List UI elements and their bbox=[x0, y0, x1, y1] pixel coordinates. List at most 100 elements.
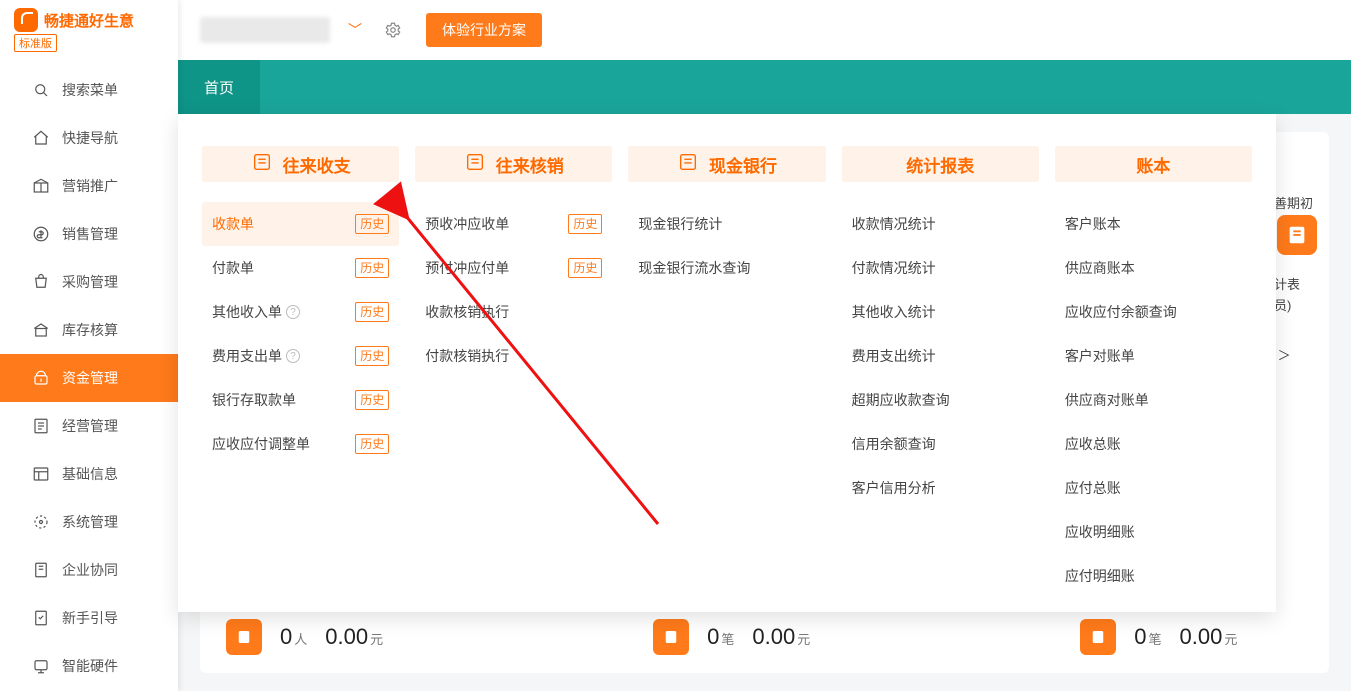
report-shortcut-icon[interactable] bbox=[1277, 215, 1317, 255]
mega-menu-item[interactable]: 现金银行统计 bbox=[628, 202, 825, 246]
mega-menu-item[interactable]: 应收应付余额查询 bbox=[1055, 290, 1252, 334]
menu-item-label: 应付总账 bbox=[1065, 478, 1121, 498]
mega-menu-item[interactable]: 收款核销执行 bbox=[415, 290, 612, 334]
sidebar-item-quicknav[interactable]: 快捷导航 bbox=[0, 114, 178, 162]
history-badge[interactable]: 历史 bbox=[355, 434, 389, 454]
org-switch-chevron-icon[interactable]: ﹀ bbox=[342, 20, 368, 40]
card-amount: 0.00元 bbox=[1179, 624, 1237, 650]
newbie-icon bbox=[32, 609, 50, 627]
menu-item-label: 付款单 bbox=[212, 258, 254, 278]
sidebar-item-newbie[interactable]: 新手引导 bbox=[0, 594, 178, 642]
mega-menu-item[interactable]: 银行存取款单 历史 bbox=[202, 378, 399, 422]
sidebar-item-promo[interactable]: 营销推广 bbox=[0, 162, 178, 210]
sidebar-item-label: 营销推广 bbox=[62, 176, 118, 196]
funds-icon bbox=[32, 369, 50, 387]
mega-menu-item[interactable]: 应付总账 bbox=[1055, 466, 1252, 510]
sidebar-item-label: 搜索菜单 bbox=[62, 80, 118, 100]
sidebar-item-search[interactable]: 搜索菜单 bbox=[0, 66, 178, 114]
history-badge[interactable]: 历史 bbox=[355, 258, 389, 278]
tab-home[interactable]: 首页 bbox=[178, 60, 260, 114]
mega-menu-item[interactable]: 客户信用分析 bbox=[842, 466, 1039, 510]
menu-item-label: 供应商账本 bbox=[1065, 258, 1135, 278]
sidebar-item-collab[interactable]: 企业协同 bbox=[0, 546, 178, 594]
history-badge[interactable]: 历史 bbox=[355, 390, 389, 410]
sidebar-item-base[interactable]: 基础信息 bbox=[0, 450, 178, 498]
org-name-masked bbox=[200, 17, 330, 43]
column-title: 统计报表 bbox=[906, 152, 974, 177]
history-badge[interactable]: 历史 bbox=[355, 214, 389, 234]
menu-item-label: 应收应付余额查询 bbox=[1065, 302, 1177, 322]
industry-plan-button[interactable]: 体验行业方案 bbox=[426, 13, 542, 47]
mega-menu-item[interactable]: 付款核销执行 bbox=[415, 334, 612, 378]
history-badge[interactable]: 历史 bbox=[355, 302, 389, 322]
mega-menu-item[interactable]: 客户对账单 bbox=[1055, 334, 1252, 378]
mega-menu-item[interactable]: 付款情况统计 bbox=[842, 246, 1039, 290]
menu-item-label: 费用支出单? bbox=[212, 346, 300, 366]
mega-menu-item[interactable]: 预收冲应收单 历史 bbox=[415, 202, 612, 246]
brand-logo-icon bbox=[14, 8, 38, 32]
mega-column: 现金银行现金银行统计现金银行流水查询 bbox=[622, 146, 831, 588]
promo-icon bbox=[32, 177, 50, 195]
system-icon bbox=[32, 513, 50, 531]
sidebar-item-purchase[interactable]: 采购管理 bbox=[0, 258, 178, 306]
mega-menu-item[interactable]: 付款单 历史 bbox=[202, 246, 399, 290]
mega-menu-item[interactable]: 应收明细账 bbox=[1055, 510, 1252, 554]
mega-menu-item[interactable]: 供应商账本 bbox=[1055, 246, 1252, 290]
card-count: 0人 bbox=[280, 624, 307, 650]
sidebar-item-sales[interactable]: 销售管理 bbox=[0, 210, 178, 258]
history-badge[interactable]: 历史 bbox=[568, 258, 602, 278]
menu-item-label: 收款单 bbox=[212, 214, 254, 234]
collab-icon bbox=[32, 561, 50, 579]
mega-menu-item[interactable]: 应付明细账 bbox=[1055, 554, 1252, 598]
sidebar-item-label: 系统管理 bbox=[62, 512, 118, 532]
workspace-tab-bar: 首页 bbox=[178, 60, 1351, 114]
hardware-icon bbox=[32, 657, 50, 675]
mega-menu-item[interactable]: 现金银行流水查询 bbox=[628, 246, 825, 290]
menu-item-label: 付款情况统计 bbox=[852, 258, 936, 278]
mega-column: 账本客户账本供应商账本应收应付余额查询客户对账单供应商对账单应收总账应付总账应收… bbox=[1049, 146, 1258, 588]
menu-item-label: 其他收入统计 bbox=[852, 302, 936, 322]
sidebar-item-stock[interactable]: 库存核算 bbox=[0, 306, 178, 354]
mega-menu-item[interactable]: 客户账本 bbox=[1055, 202, 1252, 246]
settings-gear-icon[interactable] bbox=[380, 17, 406, 43]
menu-item-label: 预收冲应收单 bbox=[425, 214, 509, 234]
mega-column: 往来核销预收冲应收单历史预付冲应付单历史收款核销执行付款核销执行 bbox=[409, 146, 618, 588]
menu-item-label: 银行存取款单 bbox=[212, 390, 296, 410]
help-icon[interactable]: ? bbox=[286, 305, 300, 319]
history-badge[interactable]: 历史 bbox=[568, 214, 602, 234]
mega-menu-item[interactable]: 其他收入单? 历史 bbox=[202, 290, 399, 334]
help-icon[interactable]: ? bbox=[286, 349, 300, 363]
mega-menu-item[interactable]: 供应商对账单 bbox=[1055, 378, 1252, 422]
mega-menu-item[interactable]: 超期应收款查询 bbox=[842, 378, 1039, 422]
menu-item-label: 其他收入单? bbox=[212, 302, 300, 322]
mega-menu-item[interactable]: 应收应付调整单历史 bbox=[202, 422, 399, 466]
menu-item-label: 应收明细账 bbox=[1065, 522, 1135, 542]
menu-item-label: 客户账本 bbox=[1065, 214, 1121, 234]
sidebar-item-hardware[interactable]: 智能硬件 bbox=[0, 642, 178, 690]
menu-item-label: 信用余额查询 bbox=[852, 434, 936, 454]
sidebar-item-label: 新手引导 bbox=[62, 608, 118, 628]
mega-menu-item[interactable]: 其他收入统计 bbox=[842, 290, 1039, 334]
sidebar-item-system[interactable]: 系统管理 bbox=[0, 498, 178, 546]
mega-menu-item[interactable]: 信用余额查询 bbox=[842, 422, 1039, 466]
mega-menu-item[interactable]: 应收总账 bbox=[1055, 422, 1252, 466]
mega-column-header: 统计报表 bbox=[842, 146, 1039, 182]
mega-menu-item[interactable]: 预付冲应付单历史 bbox=[415, 246, 612, 290]
mega-column-header: 往来核销 bbox=[415, 146, 612, 182]
mega-menu-item[interactable]: 费用支出单? 历史 bbox=[202, 334, 399, 378]
mega-menu-item[interactable]: 收款单 历史 bbox=[202, 202, 399, 246]
summary-card-row: 0人0.00元0笔0.00元0笔0.00元 bbox=[226, 619, 1303, 655]
sidebar-item-funds[interactable]: 资金管理 bbox=[0, 354, 178, 402]
mega-column: 往来收支收款单历史付款单历史其他收入单?历史费用支出单?历史银行存取款单历史应收… bbox=[196, 146, 405, 588]
mega-menu-item[interactable]: 费用支出统计 bbox=[842, 334, 1039, 378]
menu-item-label: 供应商对账单 bbox=[1065, 390, 1149, 410]
card-amount: 0.00元 bbox=[325, 624, 383, 650]
card-count: 0笔 bbox=[1134, 624, 1161, 650]
card-icon bbox=[1080, 619, 1116, 655]
base-icon bbox=[32, 465, 50, 483]
menu-item-label: 收款核销执行 bbox=[425, 302, 509, 322]
mega-menu-item[interactable]: 收款情况统计 bbox=[842, 202, 1039, 246]
sidebar-item-ops[interactable]: 经营管理 bbox=[0, 402, 178, 450]
history-badge[interactable]: 历史 bbox=[355, 346, 389, 366]
sidebar-item-label: 智能硬件 bbox=[62, 656, 118, 676]
